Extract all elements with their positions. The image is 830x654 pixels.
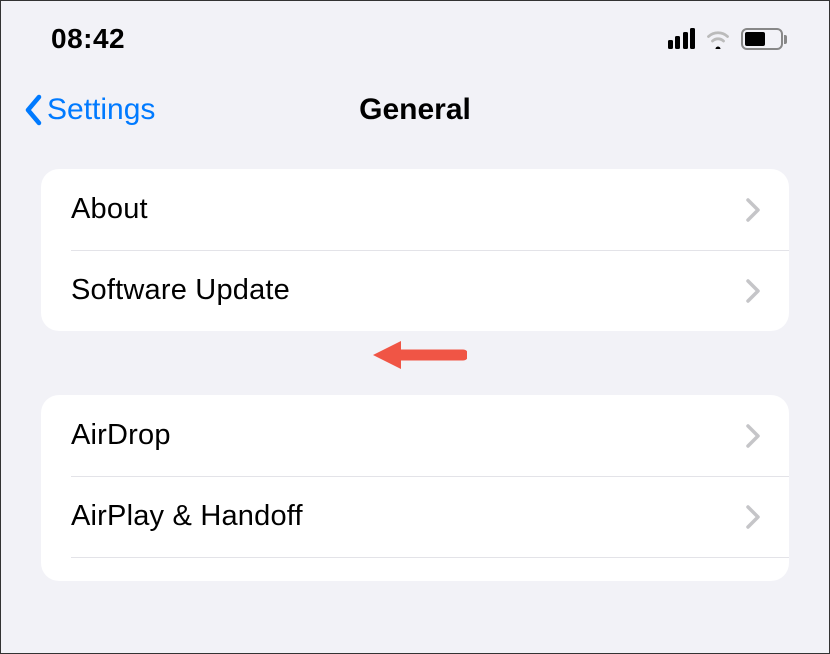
row-label: Software Update bbox=[71, 274, 290, 307]
row-label: About bbox=[71, 193, 148, 226]
status-bar: 08:42 bbox=[1, 1, 829, 73]
row-extra[interactable] bbox=[41, 557, 789, 581]
chevron-right-icon bbox=[745, 278, 761, 304]
row-label: AirPlay & Handoff bbox=[71, 500, 303, 533]
chevron-right-icon bbox=[745, 197, 761, 223]
content: About Software Update AirDrop AirPlay & … bbox=[1, 157, 829, 581]
back-label: Settings bbox=[47, 93, 155, 127]
wifi-icon bbox=[705, 29, 731, 49]
chevron-left-icon bbox=[23, 93, 45, 127]
row-airdrop[interactable]: AirDrop bbox=[41, 395, 789, 476]
status-time: 08:42 bbox=[51, 23, 125, 55]
back-button[interactable]: Settings bbox=[23, 93, 155, 127]
chevron-right-icon bbox=[745, 504, 761, 530]
row-airplay-handoff[interactable]: AirPlay & Handoff bbox=[41, 476, 789, 557]
row-label: AirDrop bbox=[71, 419, 171, 452]
settings-group-1: About Software Update bbox=[41, 169, 789, 331]
row-software-update[interactable]: Software Update bbox=[41, 250, 789, 331]
battery-icon bbox=[741, 28, 787, 50]
settings-group-2: AirDrop AirPlay & Handoff bbox=[41, 395, 789, 581]
page-title: General bbox=[359, 93, 471, 127]
chevron-right-icon bbox=[745, 423, 761, 449]
status-indicators bbox=[668, 28, 788, 50]
row-about[interactable]: About bbox=[41, 169, 789, 250]
navigation-bar: Settings General bbox=[1, 73, 829, 157]
cellular-signal-icon bbox=[668, 29, 696, 49]
